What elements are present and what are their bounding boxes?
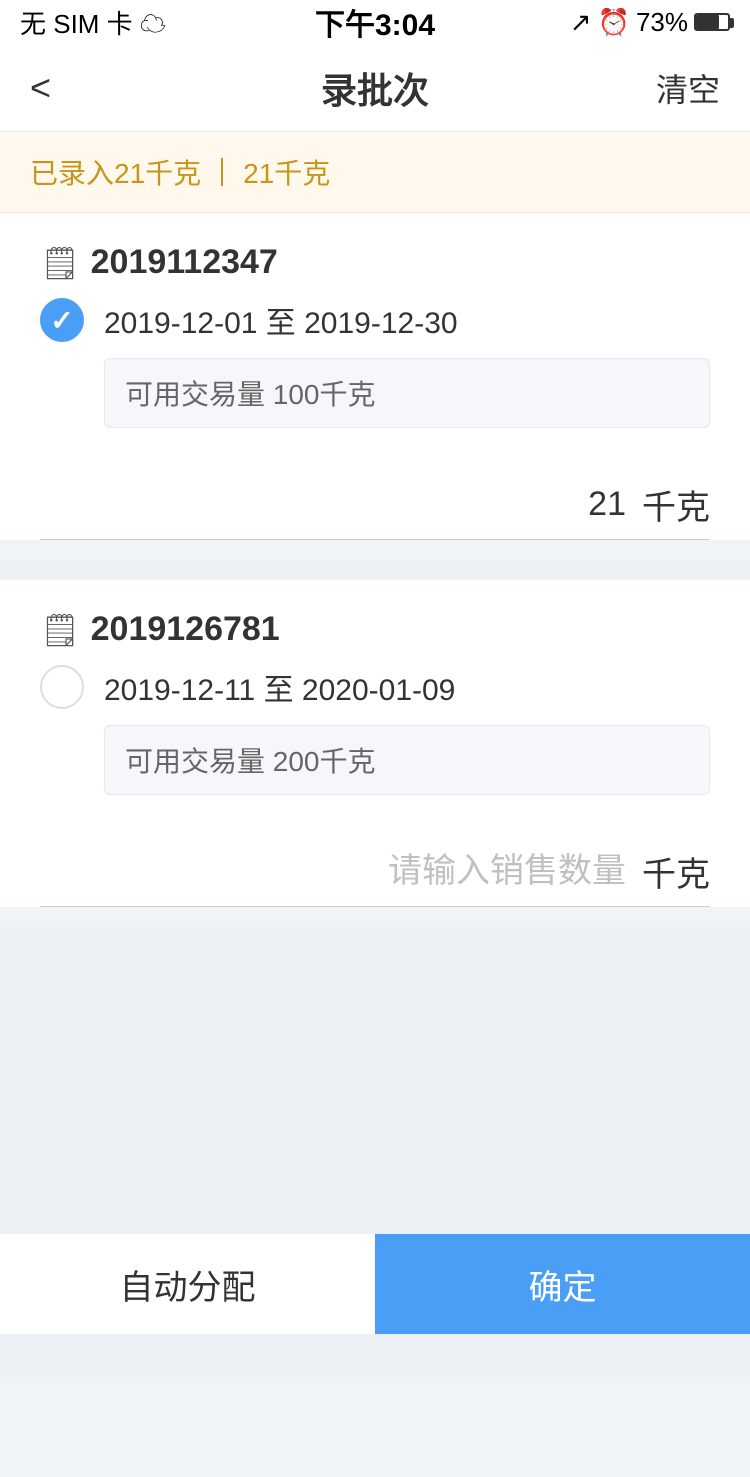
batch-item-2: 🗒 2019126781 2019-12-11 至 2020-01-09 可用交… bbox=[0, 580, 750, 825]
input-wrapper-1: 千克 bbox=[0, 458, 750, 540]
input-line-1: 千克 bbox=[0, 458, 750, 539]
status-bar: 无 SIM 卡 ☁ 下午3:04 ↗ ⏰ 73% bbox=[0, 0, 750, 44]
radio-unchecked-2[interactable] bbox=[40, 665, 84, 709]
input-wrapper-2: 千克 bbox=[0, 825, 750, 907]
no-sim-label: 无 SIM 卡 ☁ bbox=[20, 4, 166, 41]
quantity-input-2[interactable] bbox=[326, 852, 626, 891]
separator-1 bbox=[0, 560, 750, 580]
radio-checked-1[interactable] bbox=[40, 298, 84, 342]
recorded-label: 已录入21千克 bbox=[30, 152, 201, 192]
quantity-input-1[interactable] bbox=[326, 485, 626, 524]
input-underline-2 bbox=[40, 906, 710, 907]
input-line-2: 千克 bbox=[0, 825, 750, 906]
batch-date-1: 2019-12-01 至 2019-12-30 bbox=[104, 298, 458, 342]
batch-doc-icon-2: 🗒 bbox=[40, 611, 81, 649]
auto-distribute-button[interactable]: 自动分配 bbox=[0, 1234, 375, 1334]
unit-label-2: 千克 bbox=[642, 847, 710, 896]
location-icon: ↗ bbox=[570, 7, 592, 38]
batch-qty-bar-1: 可用交易量 100千克 bbox=[104, 358, 710, 428]
battery-icon bbox=[694, 13, 730, 31]
bottom-spacer bbox=[0, 1377, 750, 1477]
nav-bar: < 录批次 清空 bbox=[0, 44, 750, 132]
batch-id-row-2: 🗒 2019126781 bbox=[40, 610, 710, 649]
clear-button[interactable]: 清空 bbox=[656, 65, 720, 111]
batch-id-1: 2019112347 bbox=[91, 243, 278, 282]
batch-doc-icon-1: 🗒 bbox=[40, 244, 81, 282]
batch-date-2: 2019-12-11 至 2020-01-09 bbox=[104, 665, 455, 709]
summary-bar: 已录入21千克 21千克 bbox=[0, 132, 750, 213]
summary-divider bbox=[221, 158, 223, 186]
status-left: 无 SIM 卡 ☁ bbox=[20, 4, 166, 41]
alarm-icon: ⏰ bbox=[598, 7, 630, 38]
status-time: 下午3:04 bbox=[315, 0, 435, 44]
battery-label: 73% bbox=[636, 7, 688, 38]
input-underline-1 bbox=[40, 539, 710, 540]
total-label: 21千克 bbox=[243, 152, 330, 192]
batch-date-row-1[interactable]: 2019-12-01 至 2019-12-30 bbox=[40, 298, 710, 342]
batch-id-row-1: 🗒 2019112347 bbox=[40, 243, 710, 282]
back-button[interactable]: < bbox=[30, 67, 51, 109]
batch-id-2: 2019126781 bbox=[91, 610, 280, 649]
bottom-bar: 自动分配 确定 bbox=[0, 1234, 750, 1334]
status-right: ↗ ⏰ 73% bbox=[570, 7, 730, 38]
unit-label-1: 千克 bbox=[642, 480, 710, 529]
batch-qty-bar-2: 可用交易量 200千克 bbox=[104, 725, 710, 795]
page-title: 录批次 bbox=[321, 62, 429, 114]
batch-date-row-2[interactable]: 2019-12-11 至 2020-01-09 bbox=[40, 665, 710, 709]
batch-item-1: 🗒 2019112347 2019-12-01 至 2019-12-30 可用交… bbox=[0, 213, 750, 458]
confirm-button[interactable]: 确定 bbox=[375, 1234, 750, 1334]
